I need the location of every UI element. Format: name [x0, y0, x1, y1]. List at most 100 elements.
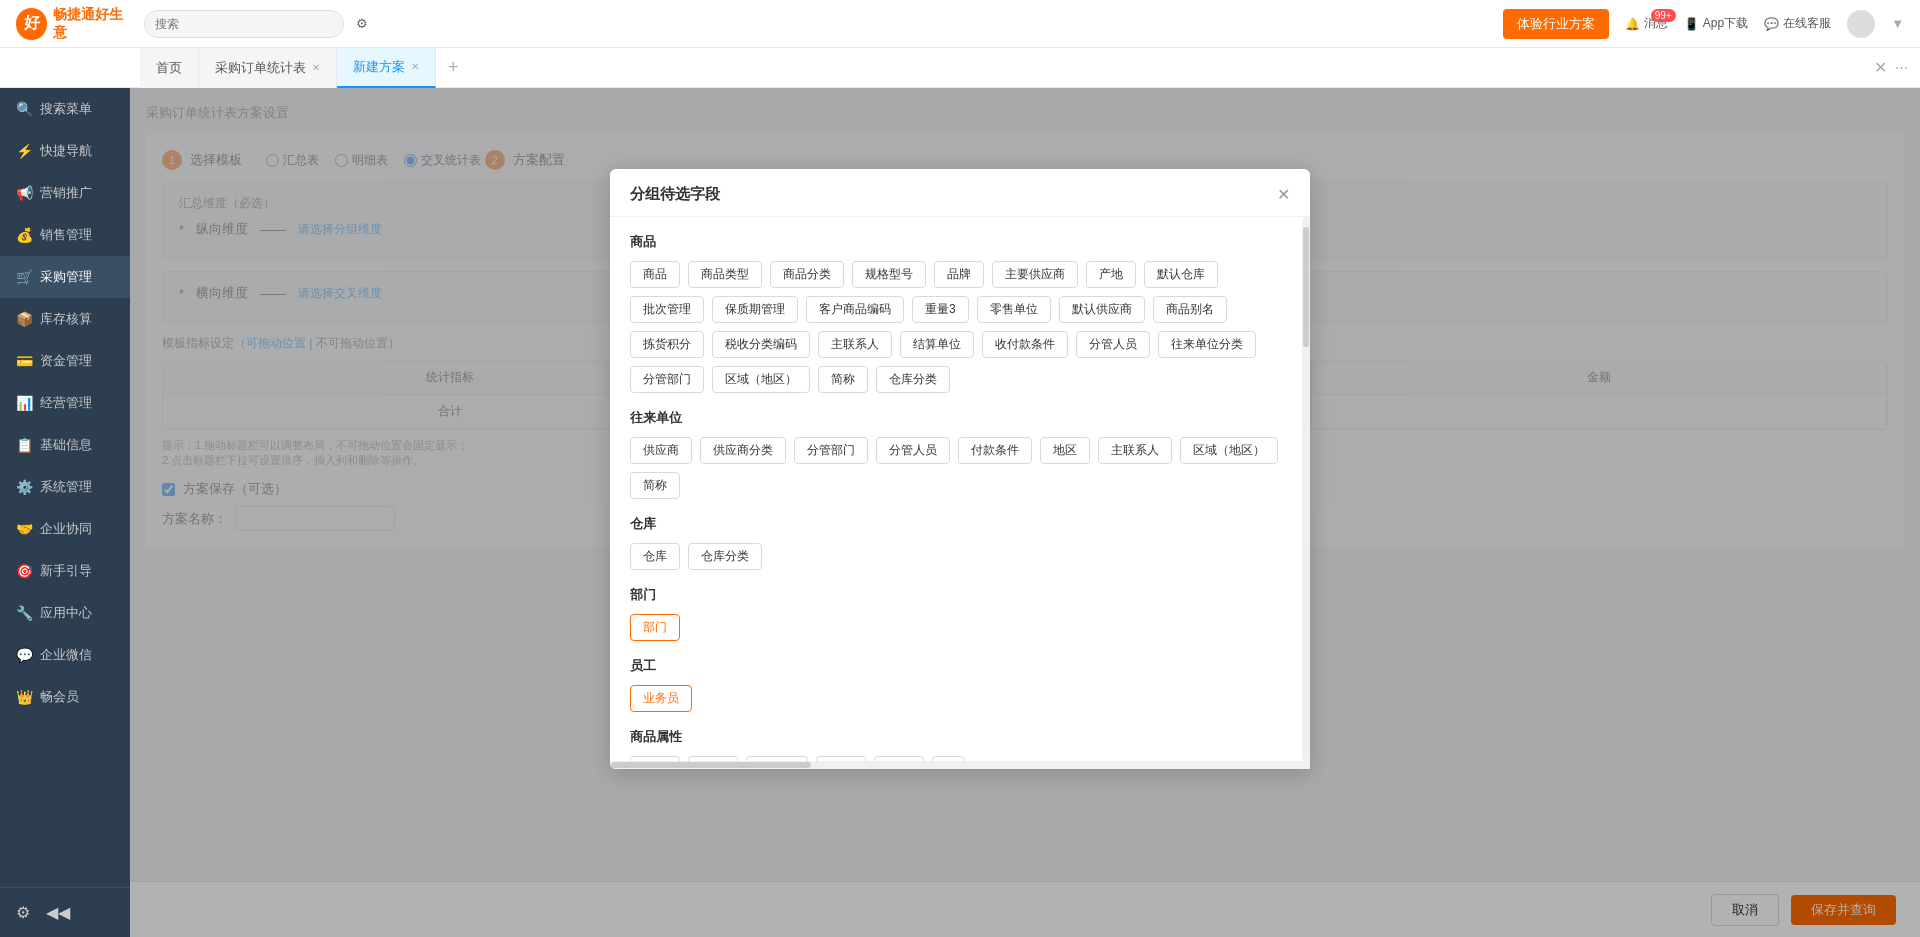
top-navigation: 好 畅捷通好生意 ⚙ 体验行业方案 🔔 消息 99+ 📱 App下载 💬 在线客…: [0, 0, 1920, 48]
tag-party-category[interactable]: 往来单位分类: [1158, 331, 1256, 358]
sidebar-item-sales[interactable]: 💰 销售管理: [0, 214, 130, 256]
sidebar-item-marketing[interactable]: 📢 营销推广: [0, 172, 130, 214]
sidebar-item-operations-label: 经营管理: [40, 394, 92, 412]
dialog-title: 分组待选字段: [630, 185, 720, 204]
tag-tax-code[interactable]: 税收分类编码: [712, 331, 810, 358]
tag-party-dept[interactable]: 分管部门: [794, 437, 868, 464]
notifications-btn[interactable]: 🔔 消息 99+: [1625, 15, 1668, 32]
tag-payment-cond[interactable]: 付款条件: [958, 437, 1032, 464]
tag-pick-points[interactable]: 拣货积分: [630, 331, 704, 358]
tag-customer-goods-code[interactable]: 客户商品编码: [806, 296, 904, 323]
tag-goods-type[interactable]: 商品类型: [688, 261, 762, 288]
tab-purchase-stats[interactable]: 采购订单统计表 ✕: [199, 48, 337, 88]
tag-warehouse[interactable]: 仓库: [630, 543, 680, 570]
sidebar-item-appstore[interactable]: 🔧 应用中心: [0, 592, 130, 634]
goods-tags: 商品 商品类型 商品分类 规格型号 品牌 主要供应商 产地 默认仓库 批次管理 …: [630, 261, 1290, 393]
tag-warehouse-category[interactable]: 仓库分类: [876, 366, 950, 393]
operations-icon: 📊: [16, 395, 32, 411]
tag-area[interactable]: 地区: [1040, 437, 1090, 464]
app-download-btn[interactable]: 📱 App下载: [1684, 15, 1748, 32]
tag-supervisor[interactable]: 分管人员: [1076, 331, 1150, 358]
sidebar-item-basic-info[interactable]: 📋 基础信息: [0, 424, 130, 466]
sidebar-item-guide[interactable]: 🎯 新手引导: [0, 550, 130, 592]
tab-bar-close-icon[interactable]: ✕: [1874, 58, 1887, 77]
app-name: 畅捷通好生意: [53, 6, 136, 42]
tab-new-scheme[interactable]: 新建方案 ✕: [337, 48, 436, 88]
sidebar-item-quicknav[interactable]: ⚡ 快捷导航: [0, 130, 130, 172]
field-select-dialog: 分组待选字段 ✕ 商品 商品 商品类型 商品分类 规格型号 品牌 主要供应商 产…: [610, 169, 1310, 769]
tag-short-name[interactable]: 简称: [818, 366, 868, 393]
section-goods-attr-title: 商品属性: [630, 728, 1290, 746]
tag-main-contact[interactable]: 主联系人: [818, 331, 892, 358]
tab-home[interactable]: 首页: [140, 48, 199, 88]
dialog-scrollbar[interactable]: [1302, 217, 1310, 761]
tab-bar-more-icon[interactable]: ⋯: [1895, 60, 1908, 75]
search-bar[interactable]: [144, 10, 344, 38]
online-service-btn[interactable]: 💬 在线客服: [1764, 15, 1831, 32]
tab-new-scheme-label: 新建方案: [353, 58, 405, 76]
appstore-icon: 🔧: [16, 605, 32, 621]
tag-dept[interactable]: 分管部门: [630, 366, 704, 393]
tag-supplier[interactable]: 供应商: [630, 437, 692, 464]
search-input[interactable]: [144, 10, 344, 38]
section-goods: 商品 商品 商品类型 商品分类 规格型号 品牌 主要供应商 产地 默认仓库 批次…: [630, 233, 1290, 393]
sidebar-item-wechat[interactable]: 💬 企业微信: [0, 634, 130, 676]
tag-weight3[interactable]: 重量3: [912, 296, 969, 323]
tag-default-warehouse[interactable]: 默认仓库: [1144, 261, 1218, 288]
tag-goods[interactable]: 商品: [630, 261, 680, 288]
sidebar-item-search[interactable]: 🔍 搜索菜单: [0, 88, 130, 130]
tag-main-supplier[interactable]: 主要供应商: [992, 261, 1078, 288]
tag-party-region[interactable]: 区域（地区）: [1180, 437, 1278, 464]
tag-goods-alias[interactable]: 商品别名: [1153, 296, 1227, 323]
hscroll-corner: [1302, 761, 1310, 769]
tag-origin[interactable]: 产地: [1086, 261, 1136, 288]
tag-warehouse-cat[interactable]: 仓库分类: [688, 543, 762, 570]
online-service-label: 在线客服: [1783, 15, 1831, 32]
sidebar-item-system[interactable]: ⚙️ 系统管理: [0, 466, 130, 508]
tag-supplier-category[interactable]: 供应商分类: [700, 437, 786, 464]
avatar[interactable]: [1847, 10, 1875, 38]
app-download-label: App下载: [1703, 15, 1748, 32]
tab-close-purchase[interactable]: ✕: [312, 62, 320, 73]
tag-expiry-mgmt[interactable]: 保质期管理: [712, 296, 798, 323]
tag-salesperson[interactable]: 业务员: [630, 685, 692, 712]
tag-goods-category[interactable]: 商品分类: [770, 261, 844, 288]
sidebar-item-inventory[interactable]: 📦 库存核算: [0, 298, 130, 340]
tag-payment-terms[interactable]: 收付款条件: [982, 331, 1068, 358]
experience-btn[interactable]: 体验行业方案: [1503, 9, 1609, 39]
search-menu-icon: 🔍: [16, 101, 32, 117]
dialog-close-btn[interactable]: ✕: [1277, 185, 1290, 204]
tag-party-short-name[interactable]: 简称: [630, 472, 680, 499]
sidebar-item-collab[interactable]: 🤝 企业协同: [0, 508, 130, 550]
sidebar-gear-icon[interactable]: ⚙: [16, 903, 30, 922]
logo-icon: 好: [16, 8, 47, 40]
tag-batch-mgmt[interactable]: 批次管理: [630, 296, 704, 323]
system-icon: ⚙️: [16, 479, 32, 495]
sidebar-item-operations[interactable]: 📊 经营管理: [0, 382, 130, 424]
dialog-hscrollbar[interactable]: [610, 761, 1310, 769]
settings-icon[interactable]: ⚙: [356, 16, 368, 31]
inventory-icon: 📦: [16, 311, 32, 327]
basic-info-icon: 📋: [16, 437, 32, 453]
tag-retail-unit[interactable]: 零售单位: [977, 296, 1051, 323]
sidebar-item-purchase[interactable]: 🛒 采购管理: [0, 256, 130, 298]
tag-default-supplier[interactable]: 默认供应商: [1059, 296, 1145, 323]
tag-department[interactable]: 部门: [630, 614, 680, 641]
tab-close-new-scheme[interactable]: ✕: [411, 61, 419, 72]
tag-settlement-unit[interactable]: 结算单位: [900, 331, 974, 358]
sidebar-item-finance[interactable]: 💳 资金管理: [0, 340, 130, 382]
sidebar-item-member[interactable]: 👑 畅会员: [0, 676, 130, 718]
bell-icon: 🔔: [1625, 17, 1640, 31]
section-warehouse-title: 仓库: [630, 515, 1290, 533]
more-icon[interactable]: ▼: [1891, 16, 1904, 31]
tag-party-supervisor[interactable]: 分管人员: [876, 437, 950, 464]
department-tags: 部门: [630, 614, 1290, 641]
tag-party-main-contact[interactable]: 主联系人: [1098, 437, 1172, 464]
sidebar-music-icon[interactable]: ◀◀: [46, 903, 70, 922]
tab-add-btn[interactable]: +: [436, 57, 471, 78]
download-icon: 📱: [1684, 17, 1699, 31]
tag-brand[interactable]: 品牌: [934, 261, 984, 288]
tag-region[interactable]: 区域（地区）: [712, 366, 810, 393]
sidebar-item-guide-label: 新手引导: [40, 562, 92, 580]
tag-spec-model[interactable]: 规格型号: [852, 261, 926, 288]
